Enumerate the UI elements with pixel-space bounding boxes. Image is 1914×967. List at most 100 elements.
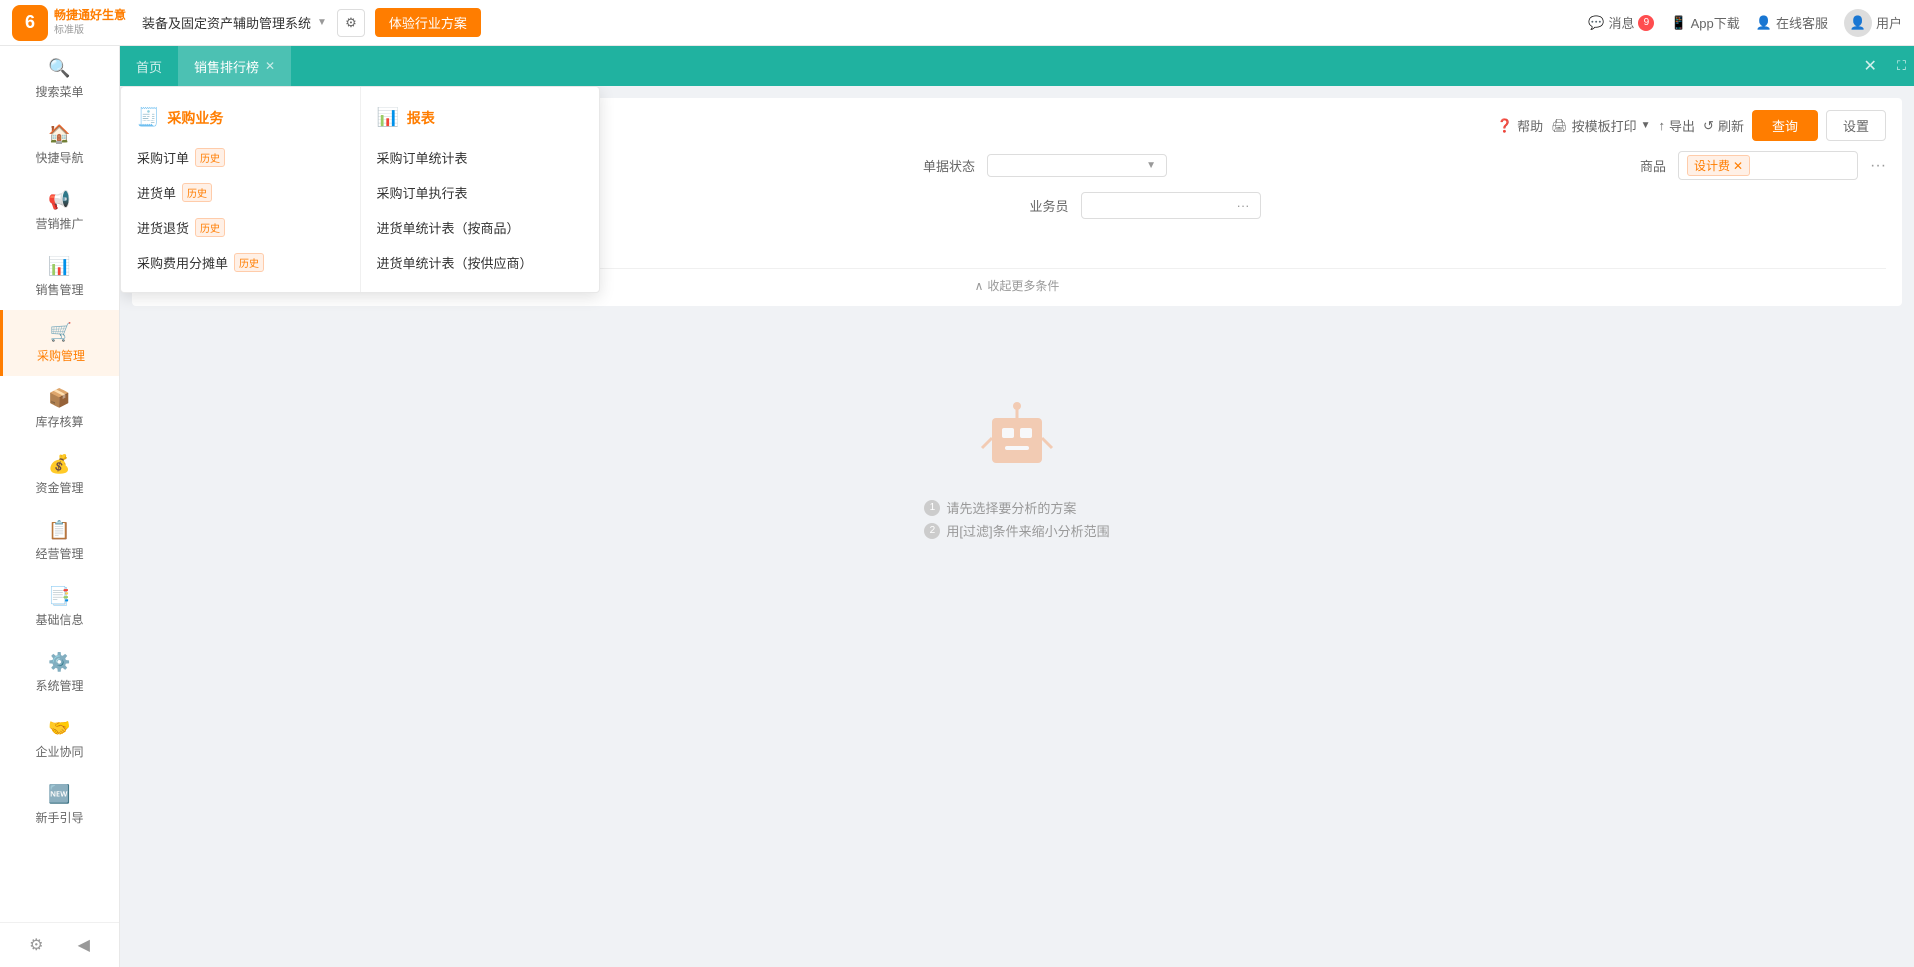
hint-text-2: 用[过滤]条件来缩小分析范围 (946, 521, 1109, 540)
logo-area: 6 畅捷通好生意 标准版 (12, 5, 132, 41)
hist-tag: 历史 (234, 253, 264, 272)
tab-home-label: 首页 (136, 57, 162, 76)
empty-illustration (967, 398, 1067, 478)
collapse-sidebar-icon[interactable]: ◀ (78, 935, 90, 955)
print-label: 按模板打印 (1572, 116, 1637, 135)
ellipsis-more: ··· (1237, 198, 1250, 213)
purchase-dropdown-menu: 🧾 采购业务 采购订单 历史 进货单 历史 进货退货 (120, 86, 600, 293)
sidebar-label: 采购管理 (37, 347, 85, 364)
message-icon: 💬 (1588, 15, 1604, 31)
menu-item-return[interactable]: 进货退货 历史 (121, 210, 360, 245)
hint-text-1: 请先选择要分析的方案 (946, 498, 1076, 517)
close-tab-icon[interactable]: ✕ (265, 59, 275, 73)
refresh-icon: ↺ (1703, 118, 1714, 134)
top-header: 6 畅捷通好生意 标准版 装备及固定资产辅助管理系统 ▼ ⚙ 体验行业方案 💬 … (0, 0, 1914, 46)
collapse-label: 收起更多条件 (987, 277, 1059, 294)
menu-item-purchase-order-stats[interactable]: 采购订单统计表 (361, 140, 600, 175)
tab-home[interactable]: 首页 (120, 46, 178, 86)
report-title: 报表 (407, 108, 435, 128)
basic-info-icon: 📑 (48, 586, 70, 607)
sales-icon: 📊 (48, 256, 70, 277)
set-button[interactable]: 设置 (1826, 110, 1886, 141)
search-icon: 🔍 (48, 58, 70, 79)
chevron-down-icon[interactable]: ▼ (317, 17, 327, 28)
marketing-icon: 📢 (48, 190, 70, 211)
menu-item-label: 进货单统计表（按供应商） (377, 253, 533, 272)
online-service-item[interactable]: 👤 在线客服 (1756, 13, 1828, 32)
purchase-business-column: 🧾 采购业务 采购订单 历史 进货单 历史 进货退货 (121, 87, 360, 292)
sidebar-item-marketing[interactable]: 📢 营销推广 (0, 178, 119, 244)
sidebar-label: 搜索菜单 (35, 83, 83, 100)
sidebar-item-inventory[interactable]: 📦 库存核算 (0, 376, 119, 442)
goods-tag: 设计费 ✕ (1687, 155, 1750, 176)
export-button[interactable]: ↑ 导出 (1659, 116, 1696, 135)
query-button[interactable]: 查询 (1752, 110, 1818, 141)
operations-icon: 📋 (48, 520, 70, 541)
sidebar-item-search-menu[interactable]: 🔍 搜索菜单 (0, 46, 119, 112)
notification-item[interactable]: 💬 消息 9 (1588, 13, 1654, 32)
purchase-icon: 🛒 (50, 322, 72, 343)
sidebar-item-enterprise[interactable]: 🤝 企业协同 (0, 706, 119, 772)
help-button[interactable]: ❓ 帮助 (1497, 116, 1543, 135)
settings-bottom-icon[interactable]: ⚙ (29, 935, 43, 955)
menu-item-inbound-stats-supplier[interactable]: 进货单统计表（按供应商） (361, 245, 600, 280)
logo-text: 畅捷通好生意 标准版 (54, 8, 126, 37)
menu-item-inbound[interactable]: 进货单 历史 (121, 175, 360, 210)
user-item[interactable]: 👤 用户 (1844, 9, 1902, 37)
settings-button[interactable]: ⚙ (337, 9, 365, 37)
tab-sales-rank[interactable]: 销售排行榜 ✕ (178, 46, 291, 86)
menu-item-label: 进货单统计表（按商品） (377, 218, 520, 237)
sidebar-item-operations[interactable]: 📋 经营管理 (0, 508, 119, 574)
chevron-down-icon: ▼ (1146, 160, 1156, 171)
home-icon: 🏠 (48, 124, 70, 145)
guide-icon: 🆕 (48, 784, 70, 805)
menu-item-purchase-order-exec[interactable]: 采购订单执行表 (361, 175, 600, 210)
print-button[interactable]: 🖨 按模板打印 ▼ (1551, 116, 1650, 135)
sidebar-label: 基础信息 (35, 611, 83, 628)
logo-icon: 6 (12, 5, 48, 41)
notification-label: 消息 (1608, 13, 1634, 32)
online-service-label: 在线客服 (1776, 13, 1828, 32)
goods-label: 商品 (1640, 156, 1666, 175)
collapse-filters-button[interactable]: ∧ 收起更多条件 (975, 277, 1060, 294)
industry-btn[interactable]: 体验行业方案 (375, 8, 481, 37)
notification-badge: 9 (1638, 15, 1654, 31)
empty-state: 1 请先选择要分析的方案 2 用[过滤]条件来缩小分析范围 (132, 318, 1902, 624)
tab-sales-rank-label: 销售排行榜 (194, 57, 259, 76)
voucher-status-select[interactable]: ▼ (987, 154, 1167, 177)
inventory-icon: 📦 (48, 388, 70, 409)
expand-icon[interactable]: ⛶ (1889, 58, 1914, 74)
sidebar-item-guide[interactable]: 🆕 新手引导 (0, 772, 119, 838)
user-label: 用户 (1876, 13, 1902, 32)
report-header-icon: 📊 (377, 107, 399, 128)
question-icon: ❓ (1497, 118, 1513, 134)
sidebar-item-basic-info[interactable]: 📑 基础信息 (0, 574, 119, 640)
system-icon: ⚙️ (48, 652, 70, 673)
menu-item-purchase-order[interactable]: 采购订单 历史 (121, 140, 360, 175)
refresh-button[interactable]: ↺ 刷新 (1703, 116, 1744, 135)
sidebar-label: 销售管理 (35, 281, 83, 298)
close-all-tabs-icon[interactable]: ✕ (1851, 56, 1888, 76)
sidebar-label: 营销推广 (35, 215, 83, 232)
sidebar-item-finance[interactable]: 💰 资金管理 (0, 442, 119, 508)
menu-item-label: 采购订单统计表 (377, 148, 468, 167)
purchase-business-header: 🧾 采购业务 (121, 99, 360, 140)
sidebar-item-system[interactable]: ⚙️ 系统管理 (0, 640, 119, 706)
menu-item-inbound-stats-goods[interactable]: 进货单统计表（按商品） (361, 210, 600, 245)
remove-goods-tag-icon[interactable]: ✕ (1733, 159, 1743, 173)
app-download-item[interactable]: 📱 App下载 (1670, 13, 1739, 32)
sidebar-label: 快捷导航 (35, 149, 83, 166)
salesman-select[interactable]: ··· (1081, 192, 1261, 219)
page-content: 🧾 采购业务 采购订单 历史 进货单 历史 进货退货 (120, 86, 1914, 967)
sidebar-item-quick-nav[interactable]: 🏠 快捷导航 (0, 112, 119, 178)
brand-sub: 标准版 (54, 24, 126, 37)
print-dropdown-icon[interactable]: ▼ (1641, 120, 1651, 131)
sidebar-item-purchase[interactable]: 🛒 采购管理 (0, 310, 119, 376)
print-icon: 🖨 (1551, 118, 1568, 134)
sidebar-item-sales[interactable]: 📊 销售管理 (0, 244, 119, 310)
sidebar-bottom: ⚙ ◀ (0, 922, 119, 967)
refresh-label: 刷新 (1718, 116, 1744, 135)
menu-item-purchase-expense[interactable]: 采购费用分摊单 历史 (121, 245, 360, 280)
goods-more-icon[interactable]: ··· (1870, 157, 1886, 175)
tab-bar: 首页 销售排行榜 ✕ ✕ ⛶ (120, 46, 1914, 86)
